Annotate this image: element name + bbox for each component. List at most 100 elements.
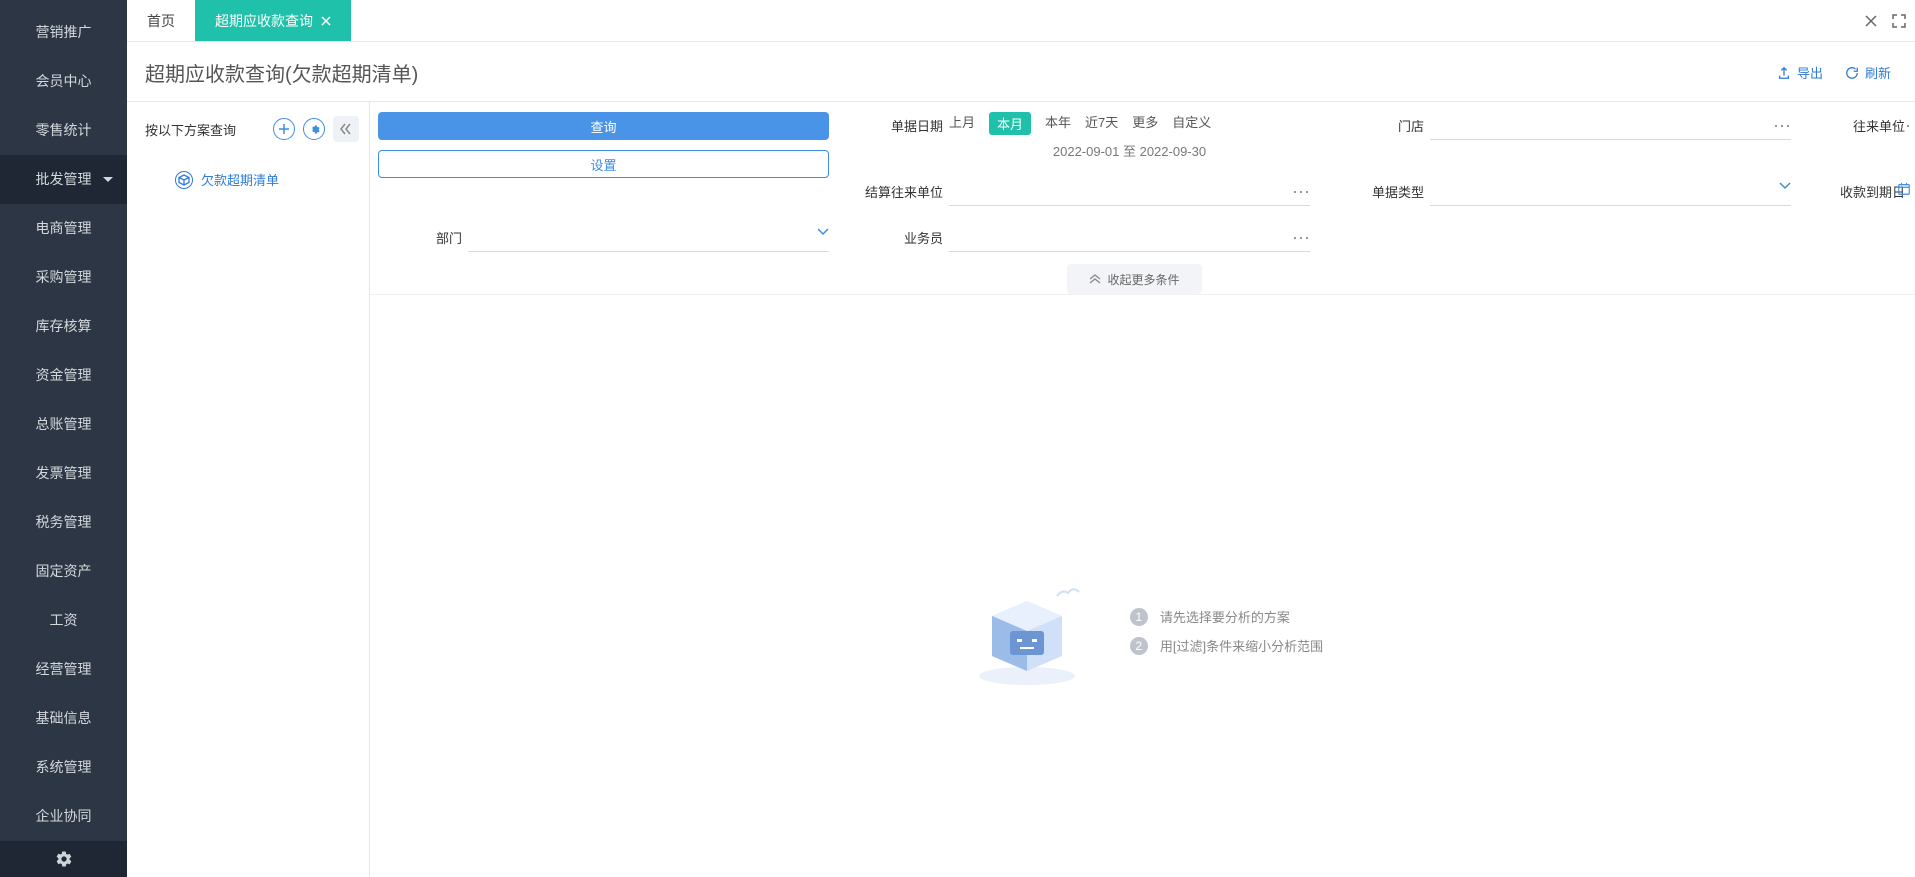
plan-item-overdue[interactable]: 欠款超期清单 (175, 170, 359, 189)
chip-last-month[interactable]: 上月 (949, 112, 975, 135)
query-button[interactable]: 查询 (378, 112, 829, 140)
empty-step-1: 1 请先选择要分析的方案 (1130, 607, 1323, 626)
settings-button[interactable]: 设置 (378, 150, 829, 178)
empty-steps: 1 请先选择要分析的方案 2 用[过滤]条件来缩小分析范围 (1130, 607, 1323, 655)
sidebar-item-invoice[interactable]: 发票管理 (0, 449, 127, 498)
plan-header: 按以下方案查询 (145, 116, 359, 142)
chevron-down-icon[interactable] (1779, 182, 1791, 190)
plus-icon (279, 124, 289, 134)
filter-area: 单据日期 上月 本月 本年 近7天 更多 自定义 2022-09-01 至 20… (370, 102, 1915, 877)
more-icon[interactable]: ··· (1292, 228, 1310, 246)
field-settle-partner: 结算往来单位 ··· (859, 178, 1310, 206)
chevron-down-icon[interactable] (817, 228, 829, 236)
more-icon[interactable]: ··· (1893, 116, 1911, 134)
field-department: 部门 (378, 224, 829, 252)
field-partner: 往来单位 ··· (1821, 112, 1891, 140)
chip-last-7-days[interactable]: 近7天 (1085, 112, 1118, 135)
sidebar-item-marketing[interactable]: 营销推广 (0, 8, 127, 57)
chip-more[interactable]: 更多 (1132, 112, 1158, 135)
sidebar-item-purchase[interactable]: 采购管理 (0, 253, 127, 302)
step-text-2: 用[过滤]条件来缩小分析范围 (1160, 636, 1323, 655)
label-bill-type: 单据类型 (1340, 178, 1424, 201)
refresh-label: 刷新 (1865, 63, 1891, 82)
label-bill-date: 单据日期 (859, 112, 943, 135)
sidebar-item-fixed-assets[interactable]: 固定资产 (0, 547, 127, 596)
plan-add-button[interactable] (273, 118, 295, 140)
chip-this-year[interactable]: 本年 (1045, 112, 1071, 135)
tabs-bar: 首页 超期应收款查询 (127, 0, 1915, 42)
label-receive-due-date: 收款到期日 (1821, 178, 1905, 201)
close-icon[interactable] (321, 16, 331, 26)
refresh-button[interactable]: 刷新 (1845, 63, 1891, 82)
gear-icon (55, 850, 73, 868)
bill-type-select[interactable] (1430, 178, 1791, 206)
action-column: 查询 设置 (378, 112, 829, 178)
plan-panel: 按以下方案查询 (127, 102, 370, 877)
chip-custom[interactable]: 自定义 (1172, 112, 1211, 135)
tab-close-all-button[interactable] (1863, 13, 1879, 29)
calendar-icon[interactable] (1897, 182, 1911, 196)
refresh-icon (1845, 66, 1859, 80)
collapse-text: 收起更多条件 (1107, 271, 1179, 288)
step-text-1: 请先选择要分析的方案 (1160, 607, 1290, 626)
header-actions: 导出 刷新 (1777, 63, 1891, 82)
filters: 单据日期 上月 本月 本年 近7天 更多 自定义 2022-09-01 至 20… (370, 102, 1915, 295)
sidebar-menu: 营销推广 会员中心 零售统计 批发管理 电商管理 采购管理 库存核算 资金管理 … (0, 0, 127, 841)
sidebar-item-ledger[interactable]: 总账管理 (0, 400, 127, 449)
empty-step-2: 2 用[过滤]条件来缩小分析范围 (1130, 636, 1323, 655)
sidebar-item-basic-info[interactable]: 基础信息 (0, 694, 127, 743)
plan-collapse-button[interactable] (333, 116, 359, 142)
collapse-bar: 收起更多条件 (378, 264, 1891, 294)
settle-partner-input[interactable]: ··· (949, 178, 1310, 206)
chevron-up-double-icon (1089, 274, 1101, 284)
plan-item-label: 欠款超期清单 (201, 170, 279, 189)
sidebar-item-members[interactable]: 会员中心 (0, 57, 127, 106)
export-icon (1777, 66, 1791, 80)
sidebar-item-collab[interactable]: 企业协同 (0, 792, 127, 841)
date-range-text: 2022-09-01 至 2022-09-30 (949, 141, 1310, 160)
sidebar-item-label: 批发管理 (36, 171, 92, 187)
page-title: 超期应收款查询(欠款超期清单) (145, 58, 418, 87)
page-header: 超期应收款查询(欠款超期清单) 导出 刷新 (127, 42, 1915, 102)
plan-settings-button[interactable] (303, 118, 325, 140)
step-number-2: 2 (1130, 637, 1148, 655)
sidebar-item-inventory[interactable]: 库存核算 (0, 302, 127, 351)
chip-this-month[interactable]: 本月 (989, 112, 1031, 135)
gear-icon (309, 124, 320, 135)
plan-title: 按以下方案查询 (145, 120, 236, 139)
sidebar-item-salary[interactable]: 工资 (0, 596, 127, 645)
empty-state: 1 请先选择要分析的方案 2 用[过滤]条件来缩小分析范围 (370, 295, 1915, 877)
chevron-left-icon (340, 123, 352, 135)
fullscreen-button[interactable] (1891, 13, 1907, 29)
sidebar-item-business[interactable]: 经营管理 (0, 645, 127, 694)
sidebar-item-system[interactable]: 系统管理 (0, 743, 127, 792)
sidebar-item-ecommerce[interactable]: 电商管理 (0, 204, 127, 253)
department-select[interactable] (468, 224, 829, 252)
more-icon[interactable]: ··· (1773, 116, 1791, 134)
store-input[interactable]: ··· (1430, 112, 1791, 140)
field-bill-type: 单据类型 (1340, 178, 1791, 206)
sidebar-item-tax[interactable]: 税务管理 (0, 498, 127, 547)
export-label: 导出 (1797, 63, 1823, 82)
plan-cube-icon (175, 171, 193, 189)
tab-home[interactable]: 首页 (127, 0, 195, 41)
sidebar-item-retail-stats[interactable]: 零售统计 (0, 106, 127, 155)
label-department: 部门 (378, 224, 462, 247)
field-salesman: 业务员 ··· (859, 224, 1310, 252)
sidebar-item-wholesale[interactable]: 批发管理 (0, 155, 127, 204)
sidebar: 营销推广 会员中心 零售统计 批发管理 电商管理 采购管理 库存核算 资金管理 … (0, 0, 127, 877)
sidebar-item-funds[interactable]: 资金管理 (0, 351, 127, 400)
export-button[interactable]: 导出 (1777, 63, 1823, 82)
sidebar-settings-button[interactable] (0, 841, 127, 877)
field-receive-due-date: 收款到期日 (1821, 178, 1891, 206)
tab-label: 超期应收款查询 (215, 11, 313, 31)
tab-overdue-receivables[interactable]: 超期应收款查询 (195, 0, 351, 41)
label-settle-partner: 结算往来单位 (859, 178, 943, 201)
collapse-filters-button[interactable]: 收起更多条件 (1067, 264, 1201, 294)
main-area: 首页 超期应收款查询 超期应收款查询(欠款超期清单) (127, 0, 1915, 877)
caret-down-icon (103, 177, 113, 183)
label-store: 门店 (1340, 112, 1424, 135)
salesman-input[interactable]: ··· (949, 224, 1310, 252)
more-icon[interactable]: ··· (1292, 182, 1310, 200)
label-salesman: 业务员 (859, 224, 943, 247)
